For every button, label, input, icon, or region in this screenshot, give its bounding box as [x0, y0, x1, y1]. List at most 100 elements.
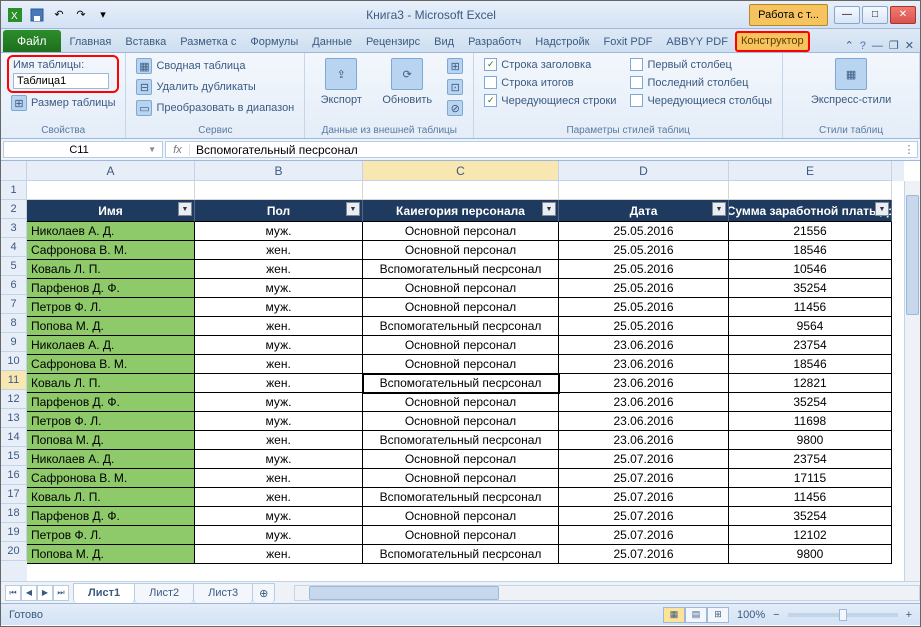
export-button[interactable]: ⇪Экспорт [313, 57, 369, 107]
filter-button[interactable]: ▼ [542, 202, 556, 216]
table-cell[interactable]: 9800 [729, 545, 892, 564]
qat-dropdown-icon[interactable]: ▾ [93, 5, 113, 25]
table-cell[interactable]: Сафронова В. М. [27, 355, 195, 374]
table-cell[interactable]: жен. [195, 355, 363, 374]
resize-table-button[interactable]: ⊞Размер таблицы [9, 94, 117, 112]
fx-icon[interactable]: fx [166, 144, 190, 156]
table-cell[interactable]: Вспомогательный песрсонал [363, 374, 559, 393]
pagebreak-view-button[interactable]: ⊞ [707, 607, 729, 623]
prev-sheet-icon[interactable]: ◀ [21, 585, 37, 601]
table-cell[interactable]: 17115 [729, 469, 892, 488]
ribbon-tab-конструктор[interactable]: Конструктор [735, 31, 810, 52]
doc-restore-icon[interactable]: ❐ [889, 39, 899, 52]
table-cell[interactable]: жен. [195, 260, 363, 279]
select-all-button[interactable] [1, 161, 27, 181]
refresh-button[interactable]: ⟳Обновить [379, 57, 435, 107]
sheet-tab-Лист1[interactable]: Лист1 [73, 583, 135, 603]
torange-button[interactable]: ▭Преобразовать в диапазон [134, 99, 296, 117]
table-cell[interactable]: 10546 [729, 260, 892, 279]
normal-view-button[interactable]: ▦ [663, 607, 685, 623]
vertical-scrollbar[interactable] [904, 181, 920, 581]
table-cell[interactable]: 25.07.2016 [559, 507, 729, 526]
ribbon-tab-foxit pdf[interactable]: Foxit PDF [596, 31, 659, 52]
table-cell[interactable]: 25.07.2016 [559, 450, 729, 469]
row-header-12[interactable]: 12 [1, 390, 27, 409]
row-header-4[interactable]: 4 [1, 238, 27, 257]
table-cell[interactable]: муж. [195, 412, 363, 431]
table-cell[interactable]: 25.07.2016 [559, 469, 729, 488]
next-sheet-icon[interactable]: ▶ [37, 585, 53, 601]
table-cell[interactable]: 23.06.2016 [559, 431, 729, 450]
row-header-10[interactable]: 10 [1, 352, 27, 371]
scrollbar-thumb[interactable] [906, 195, 919, 315]
table-cell[interactable]: жен. [195, 241, 363, 260]
table-cell[interactable]: Основной персонал [363, 393, 559, 412]
table-cell[interactable]: Петров Ф. Л. [27, 526, 195, 545]
table-cell[interactable]: Основной персонал [363, 355, 559, 374]
table-cell[interactable]: муж. [195, 393, 363, 412]
expand-formula-icon[interactable]: ⋮ [901, 143, 917, 156]
row-header-16[interactable]: 16 [1, 466, 27, 485]
table-cell[interactable]: 25.05.2016 [559, 279, 729, 298]
doc-minimize-icon[interactable]: — [872, 40, 883, 52]
table-cell[interactable]: Вспомогательный песрсонал [363, 260, 559, 279]
table-cell[interactable]: жен. [195, 469, 363, 488]
table-cell[interactable]: Николаев А. Д. [27, 336, 195, 355]
row-header-15[interactable]: 15 [1, 447, 27, 466]
zoom-in-button[interactable]: + [906, 609, 912, 621]
ribbon-tab-формулы[interactable]: Формулы [243, 31, 305, 52]
filter-button[interactable]: ▼ [346, 202, 360, 216]
row-header-7[interactable]: 7 [1, 295, 27, 314]
row-header-17[interactable]: 17 [1, 485, 27, 504]
banded-cols-check[interactable]: Чередующиеся столбцы [628, 93, 774, 108]
total-row-check[interactable]: Строка итогов [482, 75, 618, 90]
table-cell[interactable]: Парфенов Д. Ф. [27, 279, 195, 298]
table-cell[interactable]: жен. [195, 374, 363, 393]
table-cell[interactable]: 25.05.2016 [559, 298, 729, 317]
table-cell[interactable]: Основной персонал [363, 241, 559, 260]
table-cell[interactable]: 23754 [729, 450, 892, 469]
horizontal-scrollbar[interactable] [294, 585, 920, 601]
header-row-check[interactable]: ✓Строка заголовка [482, 57, 618, 72]
table-cell[interactable]: Попова М. Д. [27, 431, 195, 450]
table-cell[interactable]: 12102 [729, 526, 892, 545]
table-cell[interactable]: 25.05.2016 [559, 260, 729, 279]
row-header-11[interactable]: 11 [1, 371, 27, 390]
filter-button[interactable]: ▼ [712, 202, 726, 216]
table-cell[interactable]: Сафронова В. М. [27, 241, 195, 260]
column-header-E[interactable]: E [729, 161, 892, 181]
zoom-thumb[interactable] [839, 609, 847, 621]
table-cell[interactable]: муж. [195, 507, 363, 526]
dropdown-icon[interactable]: ▼ [148, 145, 156, 154]
banded-rows-check[interactable]: ✓Чередующиеся строки [482, 93, 618, 108]
ext-link3-button[interactable]: ⊘ [445, 99, 465, 117]
table-cell[interactable]: Вспомогательный песрсонал [363, 488, 559, 507]
table-cell[interactable]: 25.05.2016 [559, 222, 729, 241]
row-header-8[interactable]: 8 [1, 314, 27, 333]
table-cell[interactable]: 11456 [729, 488, 892, 507]
table-cell[interactable]: 18546 [729, 241, 892, 260]
column-header-A[interactable]: A [27, 161, 195, 181]
row-header-6[interactable]: 6 [1, 276, 27, 295]
row-header-18[interactable]: 18 [1, 504, 27, 523]
table-cell[interactable]: Основной персонал [363, 450, 559, 469]
ext-link1-button[interactable]: ⊞ [445, 57, 465, 75]
zoom-out-button[interactable]: − [773, 609, 779, 621]
table-cell[interactable]: жен. [195, 317, 363, 336]
undo-icon[interactable]: ↶ [49, 5, 69, 25]
table-cell[interactable]: 23.06.2016 [559, 374, 729, 393]
table-cell[interactable]: муж. [195, 298, 363, 317]
close-button[interactable]: ✕ [890, 6, 916, 24]
table-cell[interactable]: Парфенов Д. Ф. [27, 507, 195, 526]
dedup-button[interactable]: ⊟Удалить дубликаты [134, 78, 296, 96]
table-cell[interactable]: Коваль Л. П. [27, 374, 195, 393]
table-cell[interactable]: 21556 [729, 222, 892, 241]
table-cell[interactable]: Основной персонал [363, 507, 559, 526]
name-box-input[interactable] [10, 144, 148, 156]
table-cell[interactable]: 25.07.2016 [559, 545, 729, 564]
table-header-cell[interactable]: Дата▼ [559, 200, 729, 222]
table-cell[interactable]: Основной персонал [363, 336, 559, 355]
table-cell[interactable]: муж. [195, 279, 363, 298]
row-header-19[interactable]: 19 [1, 523, 27, 542]
last-col-check[interactable]: Последний столбец [628, 75, 774, 90]
